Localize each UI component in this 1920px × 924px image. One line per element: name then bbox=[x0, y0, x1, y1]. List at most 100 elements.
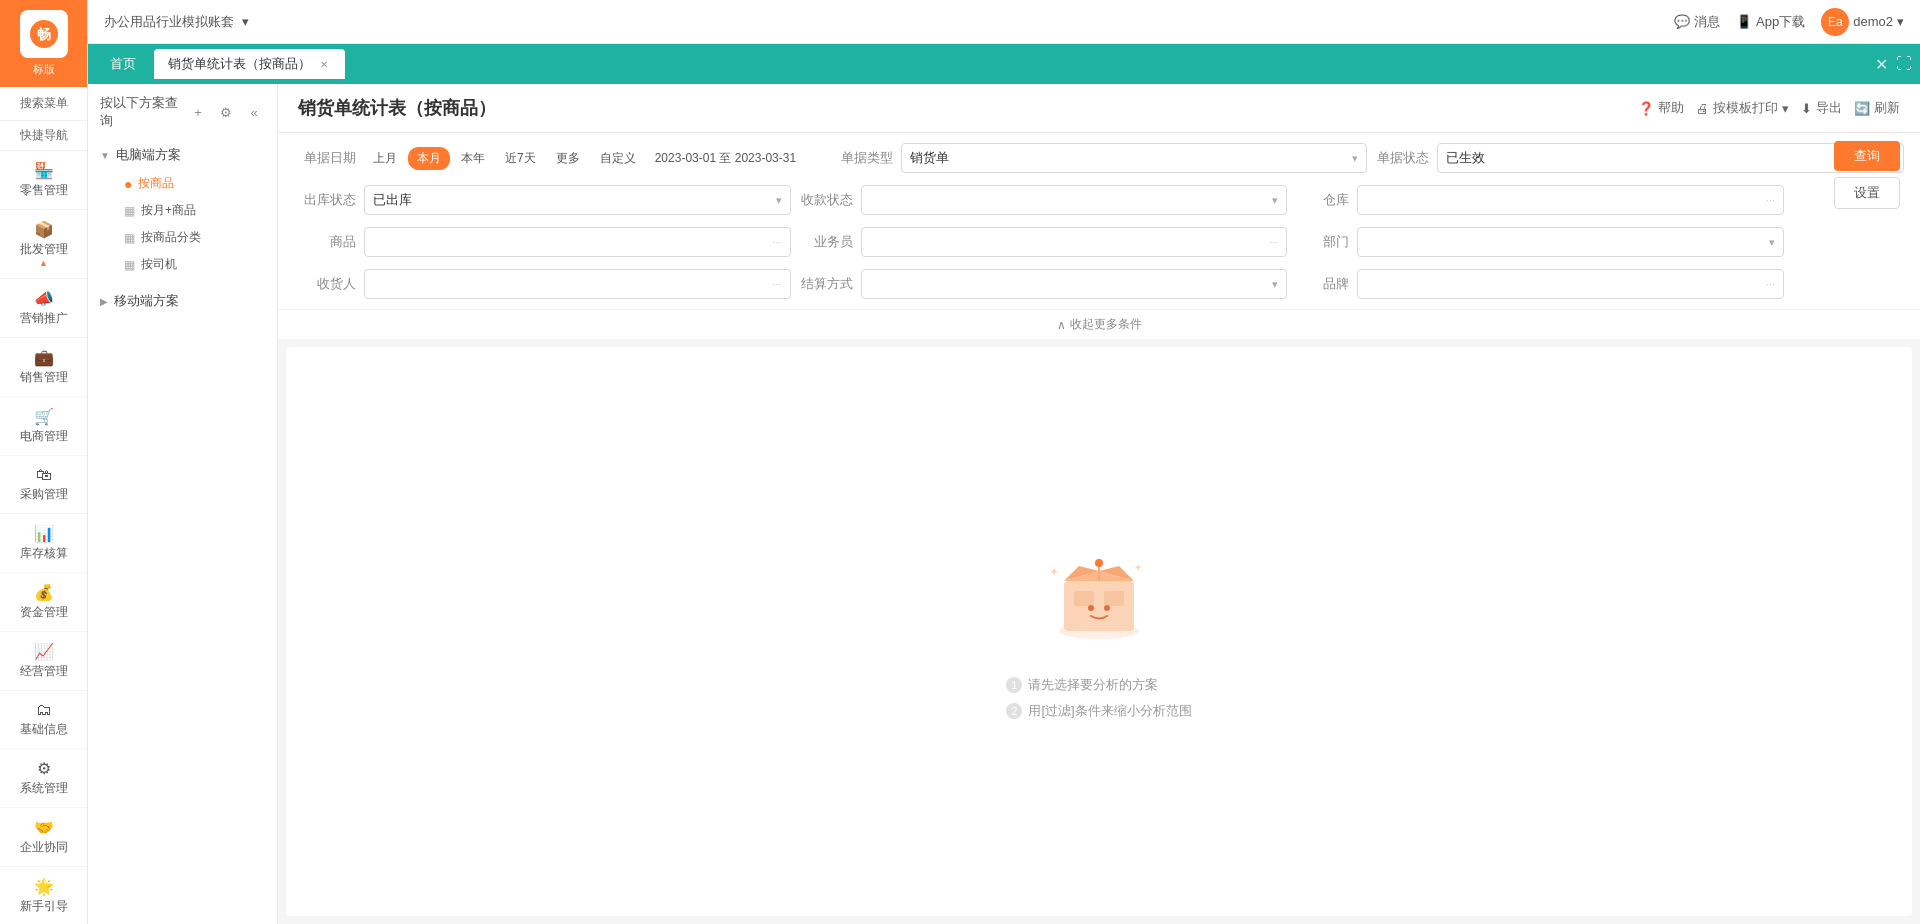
receiver-label: 收货人 bbox=[294, 275, 364, 293]
ecommerce-icon: 🛒 bbox=[34, 407, 54, 426]
goods-dots: ··· bbox=[773, 236, 782, 248]
sidebar-item-guide[interactable]: 🌟 新手引导 bbox=[0, 867, 87, 924]
date-btn-custom[interactable]: 自定义 bbox=[591, 147, 645, 170]
agent-select[interactable]: ··· bbox=[861, 227, 1288, 257]
scheme-goods-cat[interactable]: ▦ 按商品分类 bbox=[88, 224, 277, 251]
sidebar-item-ecommerce[interactable]: 🛒 电商管理 bbox=[0, 397, 87, 456]
doc-type-label: 单据类型 bbox=[831, 149, 901, 167]
topbar: 办公用品行业模拟账套 ▾ 💬 消息 📱 App下载 Ea demo2 ▾ bbox=[88, 0, 1920, 44]
message-btn[interactable]: 💬 消息 bbox=[1674, 13, 1720, 31]
template-print-btn[interactable]: 🖨 按模板打印 ▾ bbox=[1696, 99, 1789, 117]
tab-home[interactable]: 首页 bbox=[96, 49, 150, 79]
query-btn[interactable]: 查询 bbox=[1834, 141, 1900, 171]
content-area: 按以下方案查询 + ⚙ « ▼ 电脑端方案 ● 按商品 ▦ bbox=[88, 84, 1920, 924]
sidebar-item-label: 经营管理 bbox=[20, 663, 68, 680]
mobile-section: ▶ 移动端方案 bbox=[88, 282, 277, 320]
doc-type-value: 销货单 bbox=[910, 149, 1349, 167]
sidebar-item-label: 新手引导 bbox=[20, 898, 68, 915]
main-panel: 销货单统计表（按商品） ❓ 帮助 🖨 按模板打印 ▾ ⬇ bbox=[278, 84, 1920, 924]
sidebar-item-marketing[interactable]: 📣 营销推广 bbox=[0, 279, 87, 338]
export-btn[interactable]: ⬇ 导出 bbox=[1801, 99, 1842, 117]
collect-status-select[interactable]: ▾ bbox=[861, 185, 1288, 215]
sidebar-item-purchase[interactable]: 🛍 采购管理 bbox=[0, 456, 87, 514]
tab-stats[interactable]: 销货单统计表（按商品） ✕ bbox=[154, 49, 345, 79]
settings-scheme-btn[interactable]: ⚙ bbox=[215, 101, 237, 123]
avatar: Ea bbox=[1821, 8, 1849, 36]
receiver-select[interactable]: ··· bbox=[364, 269, 791, 299]
settle-select[interactable]: ▾ bbox=[861, 269, 1288, 299]
svg-point-10 bbox=[1104, 605, 1110, 611]
user-menu[interactable]: Ea demo2 ▾ bbox=[1821, 8, 1904, 36]
date-btn-last-month[interactable]: 上月 bbox=[364, 147, 406, 170]
mobile-section-header[interactable]: ▶ 移动端方案 bbox=[88, 286, 277, 316]
sidebar-item-sales[interactable]: 💼 销售管理 bbox=[0, 338, 87, 397]
agent-label: 业务员 bbox=[791, 233, 861, 251]
sidebar-item-label: 采购管理 bbox=[20, 486, 68, 503]
date-btn-this-month[interactable]: 本月 bbox=[408, 147, 450, 170]
home-label: 首页 bbox=[110, 55, 136, 73]
sidebar-item-inventory[interactable]: 📊 库存核算 bbox=[0, 514, 87, 573]
sidebar-item-label: 系统管理 bbox=[20, 780, 68, 797]
tabbar-actions: ✕ ⛶ bbox=[1875, 55, 1912, 74]
dept-select[interactable]: ▾ bbox=[1357, 227, 1784, 257]
sidebar-logo[interactable]: 畅 标版 bbox=[0, 0, 87, 87]
sidebar-item-basic[interactable]: 🗂 基础信息 bbox=[0, 691, 87, 749]
goods-select[interactable]: ··· bbox=[364, 227, 791, 257]
tab-close-icon[interactable]: ✕ bbox=[317, 57, 331, 71]
collect-status-label: 收款状态 bbox=[791, 191, 861, 209]
sidebar-item-cooperation[interactable]: 🤝 企业协同 bbox=[0, 808, 87, 867]
chevron-up-icon: ▲ bbox=[39, 258, 48, 268]
doc-type-select[interactable]: 销货单 ▾ bbox=[901, 143, 1368, 173]
scheme-month-goods[interactable]: ▦ 按月+商品 bbox=[88, 197, 277, 224]
sidebar-item-finance[interactable]: 💰 资金管理 bbox=[0, 573, 87, 632]
doc-status-label: 单据状态 bbox=[1367, 149, 1437, 167]
goods-label: 商品 bbox=[294, 233, 364, 251]
date-btn-more[interactable]: 更多 bbox=[547, 147, 589, 170]
marketing-icon: 📣 bbox=[34, 289, 54, 308]
date-btn-7days[interactable]: 近7天 bbox=[496, 147, 545, 170]
collapse-bar[interactable]: ∧ 收起更多条件 bbox=[278, 309, 1920, 339]
expand-window-btn[interactable]: ⛶ bbox=[1896, 55, 1912, 73]
industry-selector[interactable]: 办公用品行业模拟账套 ▾ bbox=[104, 13, 249, 31]
empty-tip-2: 2 用[过滤]条件来缩小分析范围 bbox=[1006, 702, 1191, 720]
topbar-right: 💬 消息 📱 App下载 Ea demo2 ▾ bbox=[1674, 8, 1904, 36]
add-scheme-btn[interactable]: + bbox=[187, 101, 209, 123]
sidebar-item-wholesale[interactable]: 📦 批发管理 ▲ bbox=[0, 210, 87, 279]
close-window-btn[interactable]: ✕ bbox=[1875, 55, 1888, 74]
out-status-select[interactable]: 已出库 ▾ bbox=[364, 185, 791, 215]
tip-num-1: 1 bbox=[1006, 677, 1022, 693]
app-download-label: App下载 bbox=[1756, 13, 1805, 31]
app-download-btn[interactable]: 📱 App下载 bbox=[1736, 13, 1805, 31]
sidebar-item-operation[interactable]: 📈 经营管理 bbox=[0, 632, 87, 691]
print-icon: 🖨 bbox=[1696, 101, 1709, 116]
sidebar-item-label: 营销推广 bbox=[20, 310, 68, 327]
sales-icon: 💼 bbox=[34, 348, 54, 367]
quick-nav[interactable]: 快捷导航 bbox=[0, 121, 87, 151]
goods-cat-icon: ▦ bbox=[124, 231, 135, 245]
settings-btn[interactable]: 设置 bbox=[1834, 177, 1900, 209]
sidebar-item-label: 基础信息 bbox=[20, 721, 68, 738]
inventory-icon: 📊 bbox=[34, 524, 54, 543]
sidebar-item-retail[interactable]: 🏪 零售管理 bbox=[0, 151, 87, 210]
sidebar-item-label: 资金管理 bbox=[20, 604, 68, 621]
left-panel-header: 按以下方案查询 + ⚙ « bbox=[88, 84, 277, 136]
pc-section: ▼ 电脑端方案 ● 按商品 ▦ 按月+商品 ▦ 按商品分类 ▦ 按司机 bbox=[88, 136, 277, 282]
refresh-btn[interactable]: 🔄 刷新 bbox=[1854, 99, 1900, 117]
svg-rect-3 bbox=[1064, 581, 1134, 631]
help-btn[interactable]: ❓ 帮助 bbox=[1638, 99, 1684, 117]
right-buttons: 查询 设置 bbox=[1834, 141, 1900, 209]
search-menu[interactable]: 搜索菜单 bbox=[0, 87, 87, 121]
pc-section-header[interactable]: ▼ 电脑端方案 bbox=[88, 140, 277, 170]
warehouse-select[interactable]: ··· bbox=[1357, 185, 1784, 215]
scheme-by-goods[interactable]: ● 按商品 bbox=[88, 170, 277, 197]
mobile-section-arrow: ▶ bbox=[100, 296, 108, 307]
collapse-panel-btn[interactable]: « bbox=[243, 101, 265, 123]
sidebar-item-system[interactable]: ⚙ 系统管理 bbox=[0, 749, 87, 808]
scheme-cashier[interactable]: ▦ 按司机 bbox=[88, 251, 277, 278]
settle-label: 结算方式 bbox=[791, 275, 861, 293]
date-btn-this-year[interactable]: 本年 bbox=[452, 147, 494, 170]
brand-dots: ··· bbox=[1766, 278, 1775, 290]
brand-select[interactable]: ··· bbox=[1357, 269, 1784, 299]
svg-point-9 bbox=[1088, 605, 1094, 611]
svg-text:✦: ✦ bbox=[1134, 562, 1142, 573]
